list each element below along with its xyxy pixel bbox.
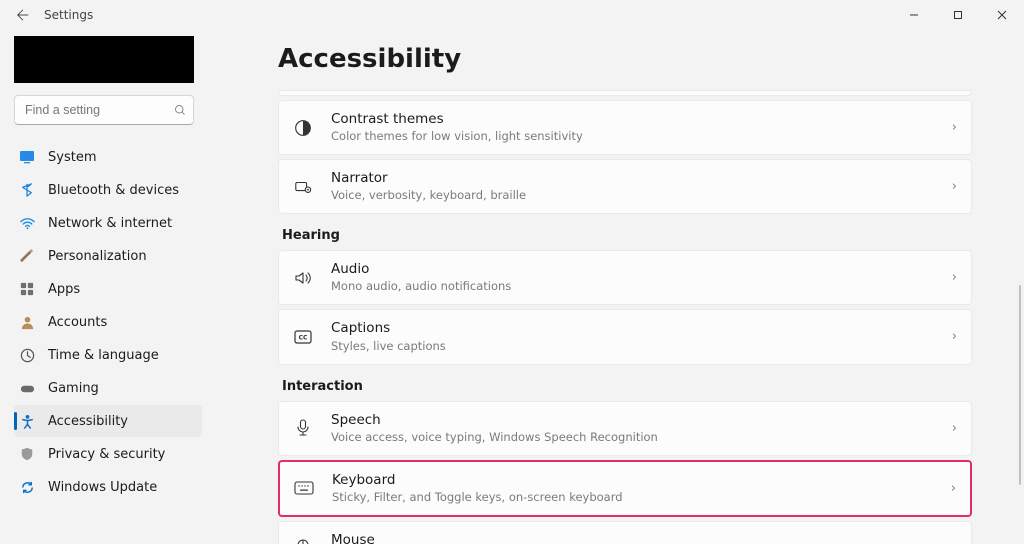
apps-icon [18,280,36,298]
card-contrast-themes[interactable]: Contrast themes Color themes for low vis… [278,100,972,155]
card-subtitle: Sticky, Filter, and Toggle keys, on-scre… [332,490,951,505]
sidebar-item-label: Windows Update [48,480,157,495]
chevron-right-icon: › [951,481,956,496]
sidebar-item-time[interactable]: Time & language [14,339,202,371]
captions-icon: CC [291,329,315,345]
card-subtitle: Voice, verbosity, keyboard, braille [331,188,952,203]
card-title: Keyboard [332,472,951,488]
card-mouse[interactable]: Mouse Mouse keys, speed, acceleration › [278,521,972,544]
accounts-icon [18,313,36,331]
window-title: Settings [44,8,93,22]
main-content: Accessibility Contrast themes Color them… [212,30,1024,544]
sidebar: System Bluetooth & devices Network & int… [0,30,212,544]
sidebar-item-system[interactable]: System [14,141,202,173]
minimize-button[interactable] [892,0,936,30]
audio-icon [291,269,315,287]
card-list-interaction: Speech Voice access, voice typing, Windo… [278,401,972,544]
svg-text:CC: CC [299,334,308,341]
previous-group-edge [278,90,972,96]
card-subtitle: Color themes for low vision, light sensi… [331,129,952,144]
card-title: Audio [331,261,952,277]
sidebar-item-label: Accessibility [48,414,128,429]
card-captions[interactable]: CC Captions Styles, live captions › [278,309,972,364]
sidebar-item-accounts[interactable]: Accounts [14,306,202,338]
mouse-icon [291,539,315,544]
maximize-button[interactable] [936,0,980,30]
privacy-icon [18,445,36,463]
bluetooth-icon [18,181,36,199]
search-icon [174,104,186,116]
card-narrator[interactable]: Narrator Voice, verbosity, keyboard, bra… [278,159,972,214]
sidebar-item-label: Accounts [48,315,107,330]
card-subtitle: Styles, live captions [331,339,952,354]
back-arrow-icon [16,8,30,22]
card-title: Contrast themes [331,111,952,127]
system-icon [18,148,36,166]
update-icon [18,478,36,496]
sidebar-item-bluetooth[interactable]: Bluetooth & devices [14,174,202,206]
sidebar-item-label: System [48,150,96,165]
sidebar-item-accessibility[interactable]: Accessibility [14,405,202,437]
section-interaction: Interaction [282,379,972,394]
titlebar: Settings [0,0,1024,30]
search-input[interactable] [14,95,194,125]
page-title: Accessibility [278,44,972,74]
sidebar-nav: System Bluetooth & devices Network & int… [14,141,202,503]
card-list-top: Contrast themes Color themes for low vis… [278,100,972,214]
gaming-icon [18,379,36,397]
chevron-right-icon: › [952,270,957,285]
chevron-right-icon: › [952,421,957,436]
card-keyboard[interactable]: Keyboard Sticky, Filter, and Toggle keys… [278,460,972,517]
sidebar-item-windows-update[interactable]: Windows Update [14,471,202,503]
sidebar-item-label: Network & internet [48,216,172,231]
sidebar-item-apps[interactable]: Apps [14,273,202,305]
chevron-right-icon: › [952,179,957,194]
personalization-icon [18,247,36,265]
card-speech[interactable]: Speech Voice access, voice typing, Windo… [278,401,972,456]
sidebar-item-privacy[interactable]: Privacy & security [14,438,202,470]
card-subtitle: Mono audio, audio notifications [331,279,952,294]
chevron-right-icon: › [952,329,957,344]
back-button[interactable] [14,6,32,24]
app-body: System Bluetooth & devices Network & int… [0,30,1024,544]
scrollbar[interactable] [1019,285,1021,485]
sidebar-item-label: Time & language [48,348,159,363]
card-title: Mouse [331,532,952,544]
card-list-hearing: Audio Mono audio, audio notifications › … [278,250,972,364]
window-controls [892,0,1024,30]
narrator-icon [291,178,315,196]
card-audio[interactable]: Audio Mono audio, audio notifications › [278,250,972,305]
card-subtitle: Voice access, voice typing, Windows Spee… [331,430,952,445]
card-title: Speech [331,412,952,428]
chevron-right-icon: › [952,120,957,135]
close-button[interactable] [980,0,1024,30]
sidebar-item-label: Privacy & security [48,447,165,462]
speech-icon [291,419,315,437]
search-wrap [14,95,202,125]
card-title: Narrator [331,170,952,186]
sidebar-item-personalization[interactable]: Personalization [14,240,202,272]
profile-block[interactable] [14,36,194,83]
sidebar-item-label: Gaming [48,381,99,396]
card-title: Captions [331,320,952,336]
section-hearing: Hearing [282,228,972,243]
sidebar-item-label: Personalization [48,249,147,264]
sidebar-item-label: Apps [48,282,80,297]
contrast-icon [291,119,315,137]
keyboard-icon [292,481,316,495]
time-icon [18,346,36,364]
accessibility-icon [18,412,36,430]
sidebar-item-gaming[interactable]: Gaming [14,372,202,404]
sidebar-item-label: Bluetooth & devices [48,183,179,198]
sidebar-item-network[interactable]: Network & internet [14,207,202,239]
network-icon [18,214,36,232]
